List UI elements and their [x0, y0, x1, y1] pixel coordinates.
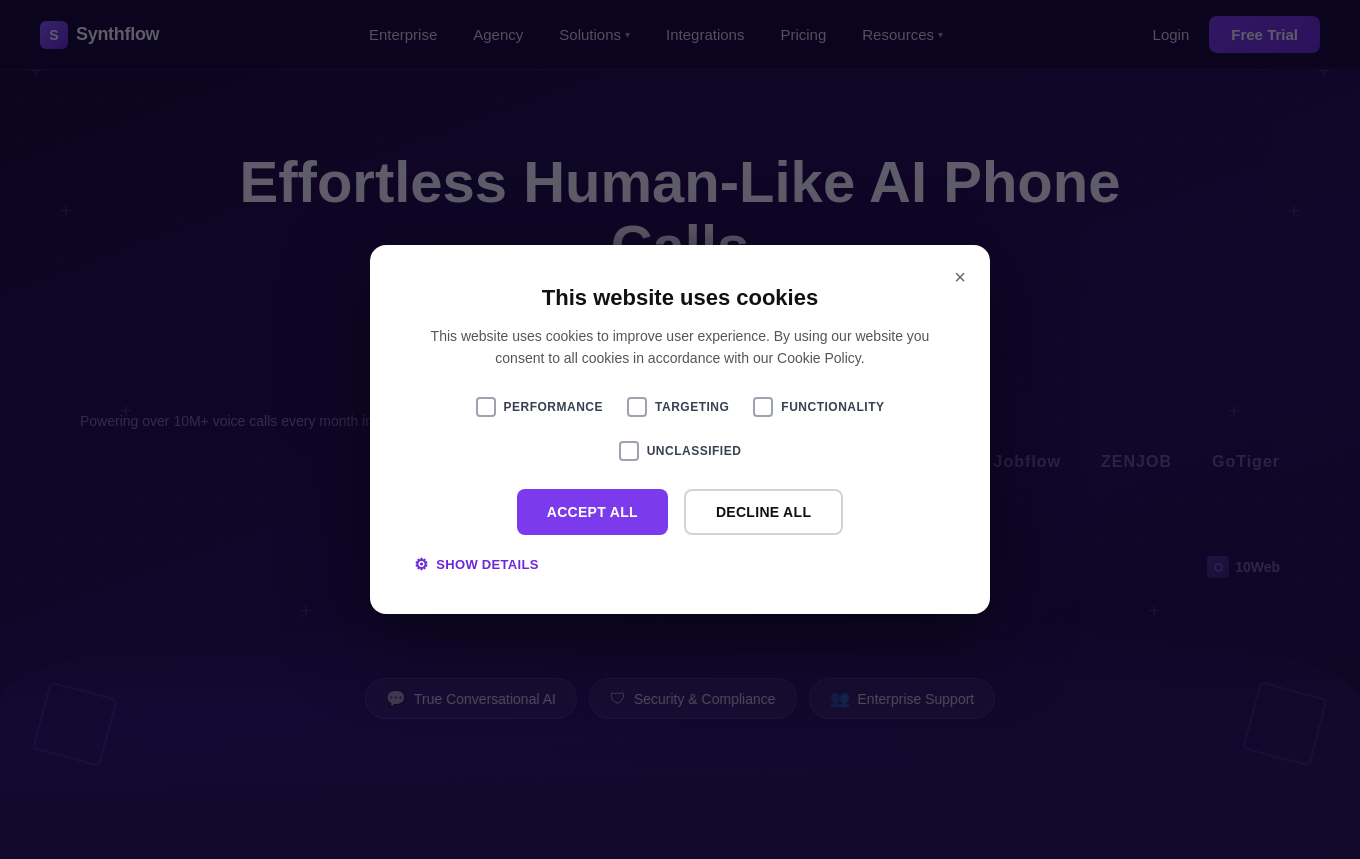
performance-checkbox[interactable] — [476, 397, 496, 417]
performance-label: PERFORMANCE — [504, 400, 604, 414]
cookie-option-unclassified[interactable]: UNCLASSIFIED — [619, 441, 742, 461]
cookie-option-performance[interactable]: PERFORMANCE — [476, 397, 604, 417]
unclassified-label: UNCLASSIFIED — [647, 444, 742, 458]
cookie-option-functionality[interactable]: FUNCTIONALITY — [753, 397, 884, 417]
functionality-checkbox[interactable] — [753, 397, 773, 417]
accept-all-button[interactable]: ACCEPT ALL — [517, 489, 668, 535]
modal-title: This website uses cookies — [414, 285, 946, 311]
cookie-options: PERFORMANCE TARGETING FUNCTIONALITY UNCL… — [414, 397, 946, 461]
modal-close-button[interactable]: × — [950, 263, 970, 291]
modal-description: This website uses cookies to improve use… — [414, 325, 946, 370]
functionality-label: FUNCTIONALITY — [781, 400, 884, 414]
cookie-modal-overlay: × This website uses cookies This website… — [0, 0, 1360, 859]
targeting-label: TARGETING — [655, 400, 729, 414]
cookie-modal: × This website uses cookies This website… — [370, 245, 990, 615]
cookie-option-targeting[interactable]: TARGETING — [627, 397, 729, 417]
targeting-checkbox[interactable] — [627, 397, 647, 417]
unclassified-checkbox[interactable] — [619, 441, 639, 461]
modal-actions: ACCEPT ALL DECLINE ALL — [414, 489, 946, 535]
show-details-button[interactable]: ⚙ SHOW DETAILS — [414, 555, 539, 574]
decline-all-button[interactable]: DECLINE ALL — [684, 489, 843, 535]
gear-icon: ⚙ — [414, 555, 428, 574]
